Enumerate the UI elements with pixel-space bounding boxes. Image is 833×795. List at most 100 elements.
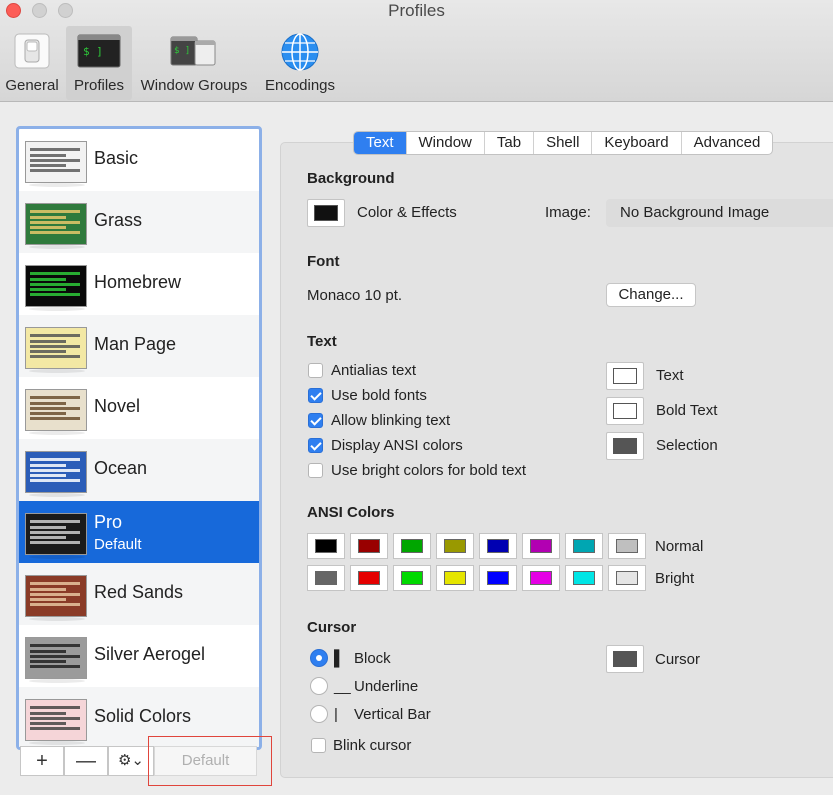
- ansi-normal-color-swatch: [401, 539, 423, 553]
- ansi-normal-color-swatch: [315, 539, 337, 553]
- profile-name: Homebrew: [94, 272, 182, 292]
- ansi-bright-color[interactable]: [436, 565, 474, 591]
- toolbar-profiles[interactable]: $ ] Profiles: [66, 26, 132, 100]
- profile-row[interactable]: Basic: [19, 129, 259, 191]
- ansi-bright-color-swatch: [315, 571, 337, 585]
- tab-tab[interactable]: Tab: [485, 132, 535, 154]
- tab-shell[interactable]: Shell: [534, 132, 593, 154]
- ansi-normal-color[interactable]: [350, 533, 388, 559]
- ansi-bright-color[interactable]: [393, 565, 431, 591]
- tab-text[interactable]: Text: [354, 132, 407, 154]
- ansi-normal-color-swatch: [530, 539, 552, 553]
- text-color-swatch: [613, 438, 637, 454]
- globe-icon: [279, 31, 321, 77]
- background-heading: Background: [307, 170, 395, 187]
- terminal-icon: $ ]: [77, 31, 121, 75]
- text-color-swatch: [613, 368, 637, 384]
- profile-name: Grass: [94, 210, 143, 230]
- profile-name: Man Page: [94, 334, 177, 354]
- ansi-normal-color[interactable]: [608, 533, 646, 559]
- profiles-list[interactable]: Basic Grass Homebrew Man Page Novel Ocean Pro D…: [16, 126, 262, 750]
- text-option-label: Antialias text: [331, 362, 417, 379]
- ansi-bright-color-swatch: [573, 571, 595, 585]
- cursor-style-radio[interactable]: [310, 677, 328, 695]
- cursor-color-button[interactable]: [606, 645, 644, 673]
- ansi-normal-color-swatch: [573, 539, 595, 553]
- cursor-style-label: Vertical Bar: [354, 706, 431, 723]
- ansi-bright-color[interactable]: [522, 565, 560, 591]
- profile-thumbnail: [25, 265, 87, 307]
- cursor-glyph-icon: ▌: [334, 650, 345, 667]
- ansi-normal-color[interactable]: [436, 533, 474, 559]
- ansi-bright-color[interactable]: [307, 565, 345, 591]
- text-option-checkbox[interactable]: [308, 363, 323, 378]
- profile-row[interactable]: Man Page: [19, 315, 259, 377]
- ansi-normal-color-swatch: [444, 539, 466, 553]
- cursor-glyph-icon: |: [334, 706, 338, 723]
- profile-name: Ocean: [94, 458, 148, 478]
- profile-thumbnail: [25, 327, 87, 369]
- image-label: Image:: [545, 204, 591, 221]
- ansi-normal-color[interactable]: [565, 533, 603, 559]
- profile-default-label: Default: [94, 536, 142, 553]
- text-option-checkbox[interactable]: [308, 413, 323, 428]
- text-option-label: Use bright colors for bold text: [331, 462, 527, 479]
- profile-name: Red Sands: [94, 582, 184, 602]
- profile-row[interactable]: Silver Aerogel: [19, 625, 259, 687]
- ansi-bright-label: Bright: [655, 570, 695, 587]
- text-color-button[interactable]: [606, 432, 644, 460]
- add-profile-button[interactable]: +: [20, 746, 64, 776]
- cursor-style-radio[interactable]: [310, 649, 328, 667]
- tab-advanced[interactable]: Advanced: [682, 132, 773, 154]
- profile-name: Pro: [94, 512, 123, 532]
- text-option-label: Use bold fonts: [331, 387, 427, 404]
- profile-name: Basic: [94, 148, 139, 168]
- profile-row[interactable]: Pro Default: [19, 501, 259, 563]
- text-color-label: Bold Text: [656, 402, 718, 419]
- ansi-normal-color[interactable]: [393, 533, 431, 559]
- text-color-button[interactable]: [606, 397, 644, 425]
- profile-thumbnail: [25, 389, 87, 431]
- text-option-checkbox[interactable]: [308, 388, 323, 403]
- highlight-annotation: [148, 736, 272, 786]
- profile-thumbnail: [25, 637, 87, 679]
- toolbar-encodings[interactable]: Encodings: [258, 26, 342, 100]
- text-option-checkbox[interactable]: [308, 463, 323, 478]
- profile-row[interactable]: Grass: [19, 191, 259, 253]
- profile-row[interactable]: Red Sands: [19, 563, 259, 625]
- cursor-style-radio[interactable]: [310, 705, 328, 723]
- cursor-color-label: Cursor: [655, 651, 701, 668]
- blink-cursor-checkbox[interactable]: [311, 738, 326, 753]
- background-color-button[interactable]: [307, 199, 345, 227]
- toolbar-general-label: General: [5, 77, 59, 94]
- ansi-normal-color[interactable]: [479, 533, 517, 559]
- toolbar-window-groups[interactable]: $ ] Window Groups: [134, 26, 254, 100]
- ansi-bright-color[interactable]: [479, 565, 517, 591]
- ansi-normal-color[interactable]: [307, 533, 345, 559]
- text-option-checkbox[interactable]: [308, 438, 323, 453]
- font-heading: Font: [307, 253, 340, 270]
- remove-profile-button[interactable]: —: [64, 746, 108, 776]
- profile-row[interactable]: Homebrew: [19, 253, 259, 315]
- settings-tabs: Text Window Tab Shell Keyboard Advanced: [353, 131, 774, 155]
- toolbar-window-groups-label: Window Groups: [140, 77, 248, 94]
- tab-window[interactable]: Window: [407, 132, 485, 154]
- ansi-bright-color[interactable]: [350, 565, 388, 591]
- profile-row[interactable]: Ocean: [19, 439, 259, 501]
- text-option-label: Allow blinking text: [331, 412, 451, 429]
- ansi-normal-color[interactable]: [522, 533, 560, 559]
- toolbar-general[interactable]: General: [2, 26, 62, 100]
- tab-keyboard[interactable]: Keyboard: [592, 132, 682, 154]
- background-image-select[interactable]: No Background Image: [606, 199, 833, 227]
- ansi-bright-color[interactable]: [565, 565, 603, 591]
- profile-name: Solid Colors: [94, 706, 192, 726]
- text-color-label: Selection: [656, 437, 718, 454]
- profile-row[interactable]: Novel: [19, 377, 259, 439]
- window-toolbar: Profiles General $ ] Profiles $ ] Window…: [0, 0, 833, 102]
- change-font-button[interactable]: Change...: [606, 283, 696, 307]
- toolbar-encodings-label: Encodings: [264, 77, 336, 94]
- ansi-bright-color-swatch: [616, 571, 638, 585]
- ansi-bright-color[interactable]: [608, 565, 646, 591]
- text-color-button[interactable]: [606, 362, 644, 390]
- window-title: Profiles: [388, 1, 445, 20]
